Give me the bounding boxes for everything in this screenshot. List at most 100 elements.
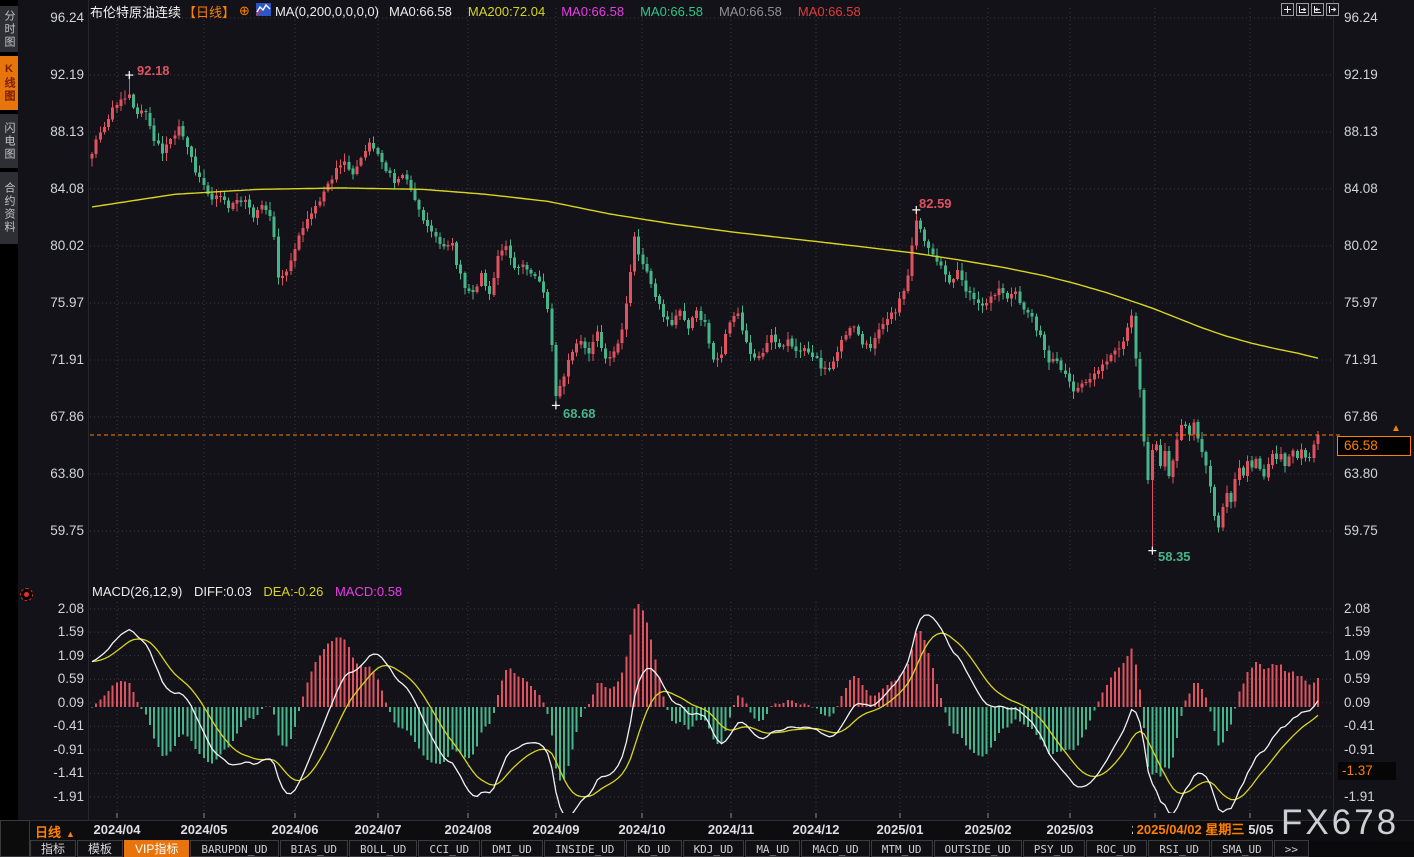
ma-value: MA200:72.04 [467, 3, 546, 19]
axis-tick-label: 84.08 [50, 180, 84, 196]
toolbar-item-psy_ud[interactable]: PSY_UD [1022, 840, 1085, 857]
toolbar-item-ma_ud[interactable]: MA_UD [745, 840, 801, 857]
ma-value: MA0:66.58 [718, 3, 782, 19]
compress-axis-right-icon[interactable] [1311, 3, 1324, 16]
indicator-marker-icon[interactable] [20, 588, 33, 601]
month-label: 2024/09 [532, 822, 580, 837]
month-label: 2025/02 [964, 822, 1012, 837]
sidebar-tab-4[interactable]: 合约资料 [0, 172, 18, 244]
axis-tick-label: 63.80 [50, 466, 84, 482]
toolbar-item-vip[interactable]: VIP指标 [124, 840, 190, 857]
toolbar-item-barupdn_ud[interactable]: BARUPDN_UD [190, 840, 279, 857]
month-label: 2024/11 [707, 822, 755, 837]
corner-resize-box[interactable] [0, 820, 30, 857]
axis-tick-label: 2.08 [57, 600, 84, 616]
shift-chart-right-icon[interactable] [1326, 3, 1339, 16]
ma-value: MA0:66.58 [389, 3, 452, 19]
chart-mode-sidebar: 分时图 K线图闪电图合约资料 [0, 0, 18, 820]
toolbar-item-kd_ud[interactable]: KD_UD [626, 840, 682, 857]
axis-tick-label: 1.09 [57, 647, 84, 663]
pan-crosshair-icon[interactable] [1281, 3, 1294, 16]
macd-header: MACD(26,12,9) DIFF:0.03 DEA:-0.26 MACD:0… [92, 584, 402, 599]
period-tag: 【日线】 [183, 4, 236, 20]
ma-indicator-formula: MA(0,200,0,0,0,0) [274, 3, 379, 19]
axis-tick-label: 75.97 [50, 294, 84, 310]
macd-diff-value: DIFF:0.03 [193, 584, 252, 599]
period-dropdown-icon: ▲ [66, 829, 75, 839]
axis-tick-label: 92.19 [1344, 66, 1378, 82]
toolbar-item-inside_ud[interactable]: INSIDE_UD [543, 840, 626, 857]
annotation-peak_2025_01: 82.59 [919, 196, 952, 211]
axis-tick-label: -0.41 [1344, 718, 1375, 734]
annotation-low_2024_09: 68.68 [563, 406, 596, 421]
axis-tick-label: 59.75 [50, 522, 84, 538]
compress-axis-left-icon[interactable] [1296, 3, 1309, 16]
macd-hist-value: MACD:0.58 [334, 584, 403, 599]
month-label: 2024/07 [354, 822, 402, 837]
axis-tick-label: 0.09 [57, 694, 84, 710]
axis-tick-label: -1.91 [1344, 788, 1375, 804]
toolbar-item-[interactable]: 指标 [30, 840, 77, 857]
annotation-peak_2024_04: 92.18 [137, 63, 170, 78]
axis-tick-label: 71.91 [1344, 352, 1378, 368]
toolbar-item-dmi_ud[interactable]: DMI_UD [481, 840, 543, 857]
chart-header: 布伦特原油连续 【日线】 ⊕ MA(0,200,0,0,0,0) MA0:66.… [90, 3, 877, 20]
axis-tick-label: 67.86 [50, 408, 84, 424]
axis-tick-label: 1.09 [1344, 647, 1371, 663]
sidebar-tab-3[interactable]: 闪电图 [0, 114, 18, 168]
toolbar-item-outside_ud[interactable]: OUTSIDE_UD [933, 840, 1022, 857]
last-price-badge: 66.58 [1337, 436, 1411, 456]
ma-value: MA0:66.58 [640, 3, 703, 19]
axis-tick-label: 59.75 [1344, 522, 1378, 538]
month-label: 2024/04 [93, 822, 141, 837]
axis-tick-label: 84.08 [1344, 180, 1378, 196]
month-label: 2024/06 [271, 822, 319, 837]
period-selector[interactable]: 日线 ▲ [35, 822, 75, 841]
axis-tick-label: 63.80 [1344, 466, 1378, 482]
price-up-arrow-icon: ▲ [1391, 423, 1401, 434]
toolbar-item-sma_ud[interactable]: SMA_UD [1211, 840, 1273, 857]
crosshair-date-badge: 2025/04/02 星期三 [1133, 821, 1248, 839]
month-label: 2025/03 [1046, 822, 1094, 837]
axis-tick-label: 80.02 [50, 238, 84, 254]
axis-tick-label: 96.24 [50, 10, 84, 25]
axis-tick-label: -1.41 [53, 765, 84, 781]
macd-title: MACD(26,12,9) [92, 584, 183, 599]
axis-tick-label: 0.59 [1344, 671, 1371, 687]
axis-tick-label: -1.91 [53, 788, 84, 804]
toolbar-item-rsi_ud[interactable]: RSI_UD [1148, 840, 1211, 857]
period-selector-label: 日线 [35, 825, 62, 840]
toolbar-item-cci_ud[interactable]: CCI_UD [418, 840, 481, 857]
axis-tick-label: 2.08 [1344, 600, 1371, 616]
axis-tick-label: 1.59 [57, 624, 84, 640]
axis-tick-label: 80.02 [1344, 238, 1378, 254]
toolbar-item-macd_ud[interactable]: MACD_UD [801, 840, 870, 857]
axis-tick-label: -0.91 [1344, 741, 1375, 757]
axis-tick-label: 67.86 [1344, 408, 1378, 424]
axis-tick-label: 88.13 [50, 124, 84, 139]
chart-type-icon[interactable] [255, 3, 271, 19]
add-indicator-icon[interactable]: ⊕ [239, 3, 250, 19]
axis-tick-label: -0.91 [53, 741, 84, 757]
toolbar-item-kdj_ud[interactable]: KDJ_UD [682, 840, 745, 857]
axis-tick-label: 71.91 [50, 352, 84, 368]
toolbar-item-roc_ud[interactable]: ROC_UD [1085, 840, 1148, 857]
axis-tick-label: 88.13 [1344, 124, 1378, 139]
toolbar-item-[interactable]: 模板 [77, 840, 124, 857]
axis-tick-label: 0.09 [1344, 694, 1371, 710]
watermark: FX678 [1281, 803, 1400, 842]
axis-tick-label: 0.59 [57, 671, 84, 687]
toolbar-item-mtm_ud[interactable]: MTM_UD [870, 840, 933, 857]
axis-tick-label: 96.24 [1344, 10, 1378, 25]
axis-tick-label: 1.59 [1344, 624, 1371, 640]
chart-toolbar-icons [1281, 3, 1339, 16]
axis-tick-label: 75.97 [1344, 294, 1378, 310]
kline-chart-canvas[interactable] [0, 0, 1414, 820]
trading-app-window: 分时图 K线图闪电图合约资料 布伦特原油连续 【日线】 ⊕ MA(0,200,0,… [0, 0, 1414, 857]
toolbar-item-boll_ud[interactable]: BOLL_UD [348, 840, 418, 857]
right-axis-separator [1333, 0, 1334, 820]
toolbar-item-bias_ud[interactable]: BIAS_UD [279, 840, 348, 857]
sidebar-tab-1[interactable]: 分时图 [0, 6, 18, 52]
sidebar-tab-2[interactable]: K线图 [0, 56, 18, 110]
indicator-toolbar: 指标 模板 VIP指标 BARUPDN_UD BIAS_UD BOLL_UD CCI_UD D… [30, 840, 1310, 857]
